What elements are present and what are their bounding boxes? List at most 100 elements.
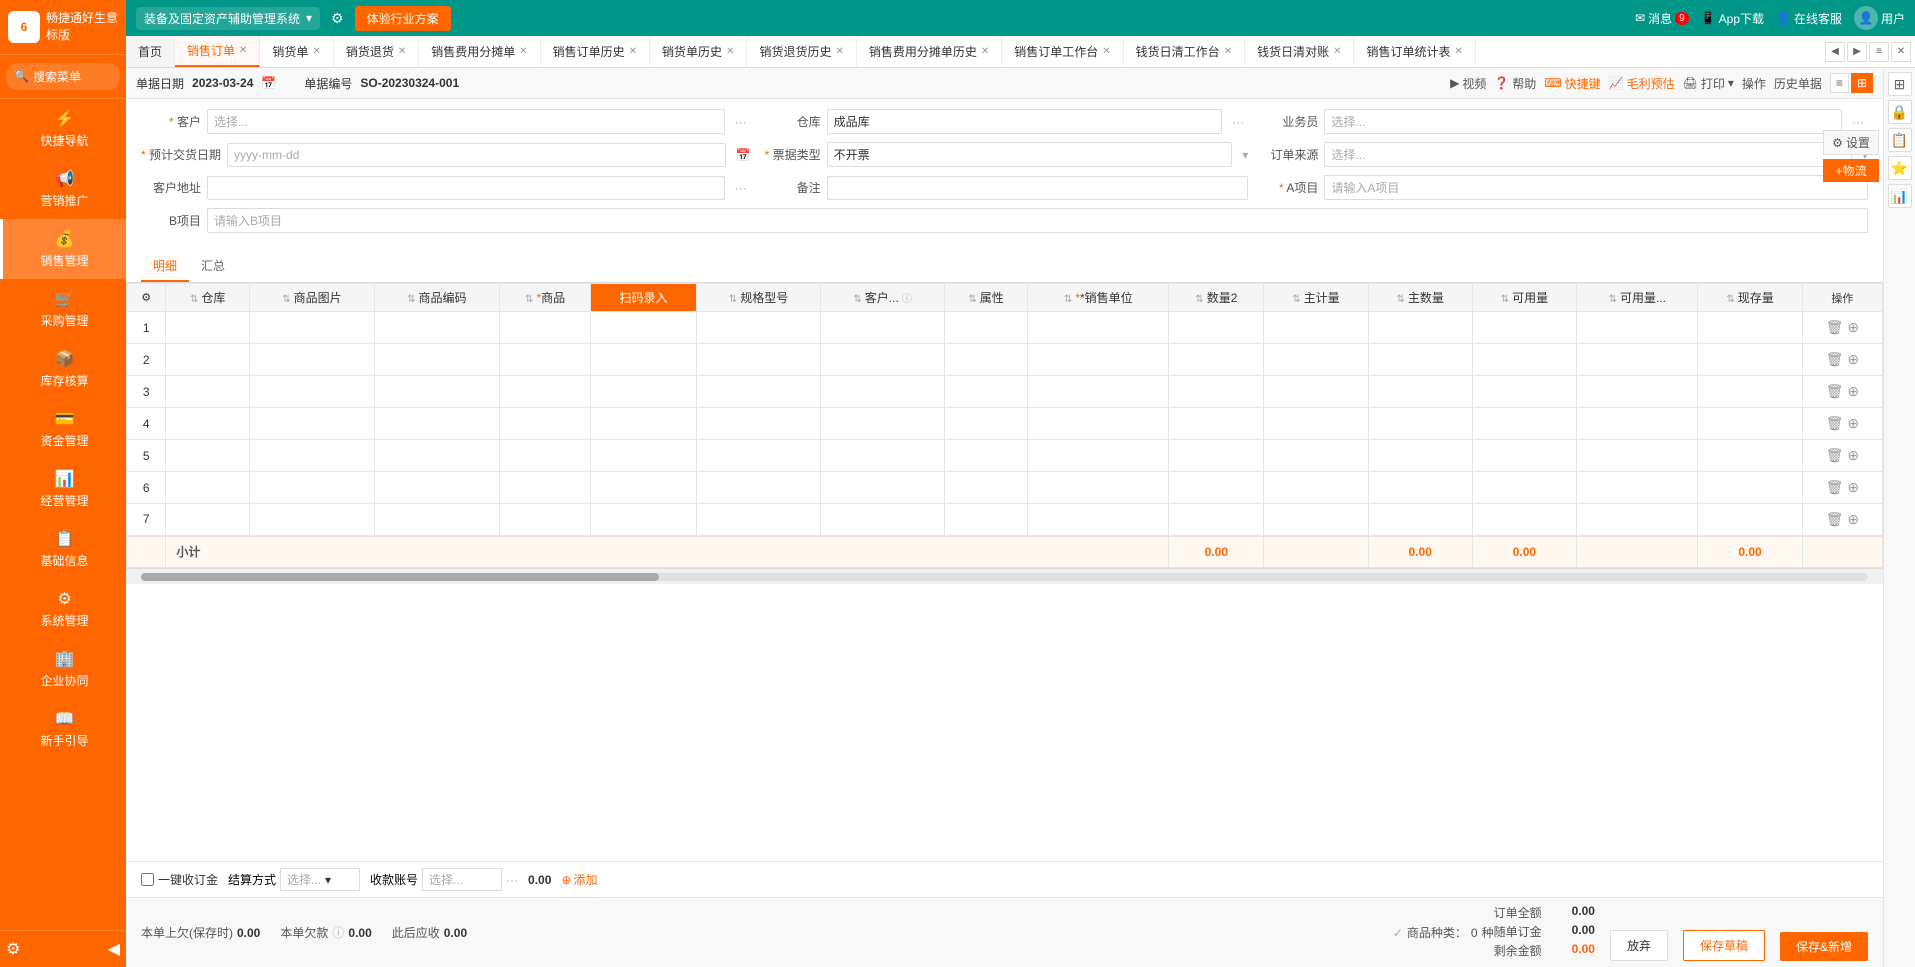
- copy-row-button[interactable]: ⊕: [1847, 511, 1859, 528]
- sort-icon[interactable]: ⇅: [1396, 294, 1404, 305]
- tab-close-icon[interactable]: ✕: [1333, 46, 1341, 57]
- sidebar-item-shortcut[interactable]: ⚡ 快捷导航: [0, 99, 126, 159]
- tab-close-icon[interactable]: ✕: [398, 46, 406, 57]
- list-view-button[interactable]: ≡: [1830, 73, 1849, 93]
- sidebar-item-inventory[interactable]: 📦 库存核算: [0, 339, 126, 399]
- copy-row-button[interactable]: ⊕: [1847, 479, 1859, 496]
- tab-goods-history[interactable]: 销货单历史 ✕: [650, 36, 747, 67]
- tab-summary[interactable]: 汇总: [189, 251, 237, 282]
- sidebar-item-guide[interactable]: 📖 新手引导: [0, 699, 126, 759]
- tab-sales-order-history[interactable]: 销售订单历史 ✕: [541, 36, 650, 67]
- message-button[interactable]: ✉ 消息 9: [1635, 10, 1689, 27]
- tab-fee-history[interactable]: 销售费用分摊单历史 ✕: [857, 36, 1002, 67]
- tab-sales-stats[interactable]: 销售订单统计表 ✕: [1354, 36, 1475, 67]
- tab-more-button[interactable]: ≡: [1869, 42, 1889, 62]
- grid-view-button[interactable]: ⊞: [1851, 73, 1873, 93]
- tab-next-button[interactable]: ▶: [1847, 42, 1867, 62]
- delete-row-button[interactable]: 🗑: [1826, 447, 1844, 464]
- sort-icon[interactable]: ⇅: [1726, 294, 1734, 305]
- user-menu-button[interactable]: 👤 用户: [1854, 6, 1905, 30]
- industry-plan-button[interactable]: 体验行业方案: [355, 6, 451, 31]
- sidebar-item-finance[interactable]: 💳 资金管理: [0, 399, 126, 459]
- staff-dots[interactable]: ···: [1848, 115, 1868, 129]
- tab-sales-goods[interactable]: 销货单 ✕: [260, 36, 333, 67]
- profit-button[interactable]: 📈 毛利预估: [1609, 75, 1675, 92]
- sidebar-item-enterprise[interactable]: 🏢 企业协同: [0, 639, 126, 699]
- right-panel-btn-3[interactable]: 📋: [1888, 128, 1912, 152]
- tab-close-icon[interactable]: ✕: [835, 46, 843, 57]
- tab-cash-workbench[interactable]: 钱货日清工作台 ✕: [1124, 36, 1245, 67]
- delete-row-button[interactable]: 🗑: [1826, 383, 1844, 400]
- b-project-input[interactable]: 请输入B项目: [207, 208, 1868, 233]
- app-download-button[interactable]: 📱 App下载: [1701, 10, 1764, 27]
- sidebar-item-basic-info[interactable]: 📋 基础信息: [0, 519, 126, 579]
- discard-button[interactable]: 放弃: [1610, 930, 1668, 961]
- copy-row-button[interactable]: ⊕: [1847, 383, 1859, 400]
- address-dots[interactable]: ···: [731, 181, 751, 195]
- one-click-label[interactable]: 一键收订金: [141, 871, 218, 888]
- sort-icon[interactable]: ⇅: [190, 294, 198, 305]
- copy-row-button[interactable]: ⊕: [1847, 319, 1859, 336]
- tab-close-all-button[interactable]: ✕: [1891, 42, 1911, 62]
- tab-return-history[interactable]: 销货退货历史 ✕: [747, 36, 856, 67]
- delete-row-button[interactable]: 🗑: [1826, 479, 1844, 496]
- warehouse-input[interactable]: 成品库: [827, 109, 1223, 134]
- tab-sales-fee[interactable]: 销售费用分摊单 ✕: [419, 36, 540, 67]
- tab-close-icon[interactable]: ✕: [726, 46, 734, 57]
- sort-icon[interactable]: ⇅: [407, 294, 415, 305]
- customer-dots[interactable]: ···: [731, 115, 751, 129]
- sort-icon[interactable]: ⇅: [968, 294, 976, 305]
- copy-row-button[interactable]: ⊕: [1847, 447, 1859, 464]
- delete-row-button[interactable]: 🗑: [1826, 351, 1844, 368]
- invoice-type-input[interactable]: 不开票: [827, 142, 1233, 167]
- right-panel-btn-1[interactable]: ⊞: [1888, 72, 1912, 96]
- operation-button[interactable]: 操作: [1742, 75, 1766, 92]
- right-panel-btn-2[interactable]: 🔒: [1888, 100, 1912, 124]
- view-video-button[interactable]: ▶ 视频: [1450, 75, 1486, 92]
- topbar-settings-button[interactable]: ⚙: [328, 7, 347, 30]
- tab-close-icon[interactable]: ✕: [1102, 46, 1110, 57]
- sort-icon[interactable]: ⇅: [1608, 294, 1616, 305]
- customer-input[interactable]: 选择...: [207, 109, 725, 134]
- calendar-icon[interactable]: 📅: [261, 76, 276, 90]
- sort-icon[interactable]: ⇅: [853, 294, 861, 305]
- tab-prev-button[interactable]: ◀: [1825, 42, 1845, 62]
- save-new-button[interactable]: 保存&新增: [1780, 932, 1868, 961]
- history-button[interactable]: 历史单据: [1774, 75, 1822, 92]
- sort-icon[interactable]: ⇅: [1292, 294, 1300, 305]
- address-input[interactable]: [207, 176, 725, 200]
- right-panel-btn-5[interactable]: 📊: [1888, 184, 1912, 208]
- notes-input[interactable]: [827, 176, 1249, 200]
- add-material-button[interactable]: +物流: [1823, 159, 1879, 182]
- chevron-down-icon[interactable]: ▾: [1242, 148, 1248, 162]
- sidebar-item-purchase[interactable]: 🛒 采购管理: [0, 279, 126, 339]
- tab-sales-return[interactable]: 销货退货 ✕: [334, 36, 419, 67]
- account-dots[interactable]: ···: [506, 873, 518, 887]
- sidebar-item-sales[interactable]: 💰 销售管理: [0, 219, 126, 279]
- tab-home[interactable]: 首页: [126, 36, 175, 67]
- sort-icon[interactable]: ⇅: [525, 294, 533, 305]
- staff-input[interactable]: 选择...: [1324, 109, 1842, 134]
- calendar-icon[interactable]: 📅: [736, 148, 751, 162]
- sort-icon[interactable]: ⇅: [1195, 294, 1203, 305]
- right-panel-btn-4[interactable]: ⭐: [1888, 156, 1912, 180]
- sort-icon[interactable]: ⇅: [282, 294, 290, 305]
- col-settings[interactable]: ⚙: [127, 284, 166, 312]
- sort-icon[interactable]: ⇅: [1064, 294, 1072, 305]
- order-source-input[interactable]: 选择...: [1324, 142, 1852, 167]
- account-select[interactable]: 选择...: [422, 868, 502, 891]
- tab-close-icon[interactable]: ✕: [1455, 46, 1463, 57]
- payment-method-select[interactable]: 选择... ▾: [280, 868, 360, 891]
- copy-row-button[interactable]: ⊕: [1847, 415, 1859, 432]
- sort-icon[interactable]: ⇅: [1501, 294, 1509, 305]
- tab-order-workbench[interactable]: 销售订单工作台 ✕: [1002, 36, 1123, 67]
- save-draft-button[interactable]: 保存草稿: [1683, 930, 1765, 961]
- sort-icon[interactable]: ⇅: [729, 294, 737, 305]
- shortcut-button[interactable]: ⌨ 快捷键: [1544, 75, 1600, 92]
- help-button[interactable]: ❓ 帮助: [1494, 75, 1536, 92]
- delete-row-button[interactable]: 🗑: [1826, 319, 1844, 336]
- sidebar-item-operations[interactable]: 📊 经营管理: [0, 459, 126, 519]
- delete-row-button[interactable]: 🗑: [1826, 511, 1844, 528]
- tab-close-icon[interactable]: ✕: [629, 46, 637, 57]
- tab-cash-reconcile[interactable]: 钱货日清对账 ✕: [1245, 36, 1354, 67]
